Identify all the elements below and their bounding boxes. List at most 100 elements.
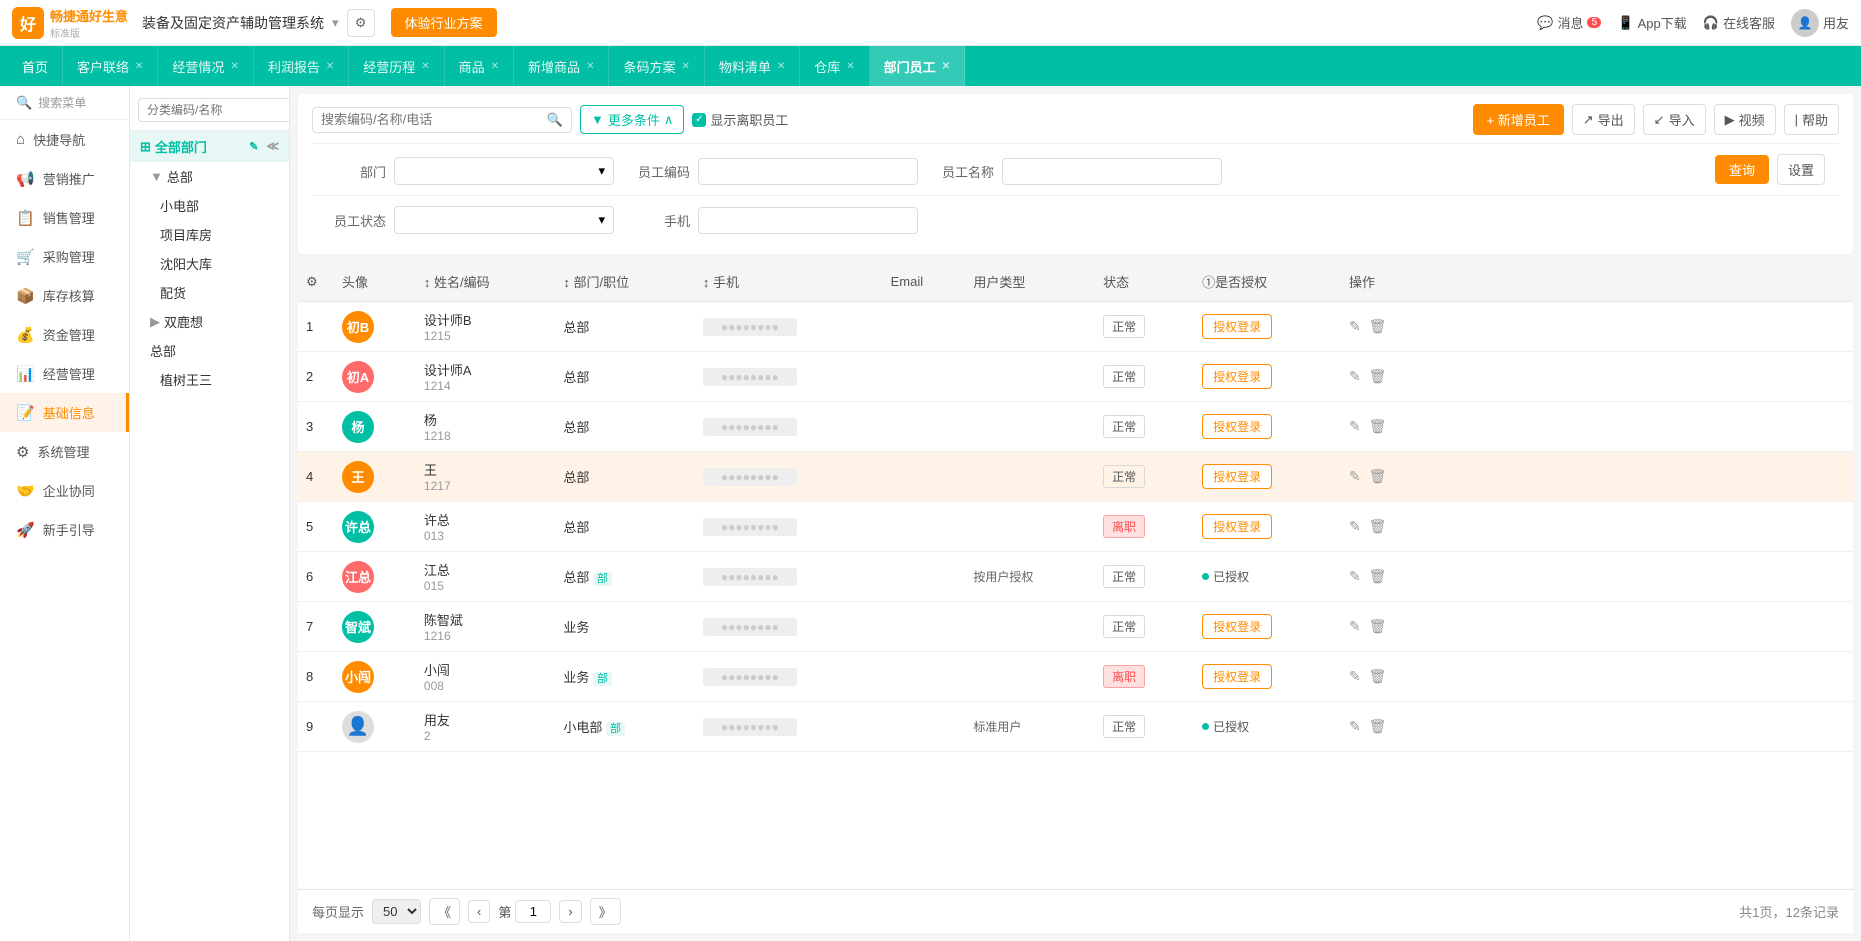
advanced-filter-2: 员工状态 ▾ 手机 <box>312 195 1839 244</box>
sidebar-item-management[interactable]: 📊 经营管理 <box>0 354 129 393</box>
delete-button[interactable]: 🗑 <box>1369 568 1387 585</box>
dept-node-shenyang[interactable]: 沈阳大库 <box>130 249 289 278</box>
prev-page-button[interactable]: ‹ <box>468 900 490 923</box>
show-resigned-checkbox[interactable]: ✓ 显示离职员工 <box>692 110 788 129</box>
online-service-button[interactable]: 🎧 在线客服 <box>1703 13 1775 32</box>
view-button[interactable]: ▶ 视频 <box>1714 104 1776 135</box>
status-badge: 正常 <box>1103 365 1145 388</box>
edit-button[interactable]: ✎ <box>1349 468 1361 485</box>
sidebar-item-system[interactable]: ⚙ 系统管理 <box>0 432 129 471</box>
tab-employee[interactable]: 部门员工 ✕ <box>870 46 965 86</box>
edit-button[interactable]: ✎ <box>1349 318 1361 335</box>
delete-button[interactable]: 🗑 <box>1369 668 1387 685</box>
delete-button[interactable]: 🗑 <box>1369 318 1387 335</box>
close-icon[interactable]: ✕ <box>681 61 689 72</box>
dept-node-project-room[interactable]: 项目库房 <box>130 220 289 249</box>
sidebar-search[interactable]: 🔍 搜索菜单 <box>0 86 129 120</box>
tab-add-product[interactable]: 新增商品 ✕ <box>514 46 609 86</box>
auth-login-button[interactable]: 授权登录 <box>1202 414 1272 439</box>
close-icon[interactable]: ✕ <box>491 61 499 72</box>
close-icon[interactable]: ✕ <box>942 61 950 72</box>
dept-node-general[interactable]: ▼ 总部 <box>130 162 289 191</box>
query-button[interactable]: 查询 <box>1715 155 1769 184</box>
edit-button[interactable]: ✎ <box>1349 618 1361 635</box>
dept-node-delivery[interactable]: 配货 <box>130 278 289 307</box>
close-icon[interactable]: ✕ <box>777 61 785 72</box>
close-icon[interactable]: ✕ <box>135 61 143 72</box>
tab-customer[interactable]: 客户联络 ✕ <box>63 46 158 86</box>
delete-button[interactable]: 🗑 <box>1369 418 1387 435</box>
sidebar-item-guide[interactable]: 🚀 新手引导 <box>0 510 129 549</box>
sidebar-item-inventory[interactable]: 📦 库存核算 <box>0 276 129 315</box>
auth-login-button[interactable]: 授权登录 <box>1202 614 1272 639</box>
delete-button[interactable]: 🗑 <box>1369 618 1387 635</box>
tab-operations[interactable]: 经营情况 ✕ <box>158 46 253 86</box>
tab-home[interactable]: 首页 <box>8 46 63 86</box>
close-icon[interactable]: ✕ <box>421 61 429 72</box>
phone-input[interactable] <box>698 207 918 234</box>
employee-name-input[interactable] <box>1002 158 1222 185</box>
page-size-select[interactable]: 50 <box>372 899 421 924</box>
status-select[interactable]: ▾ <box>394 206 614 234</box>
dept-all-button[interactable]: ⊞ 全部部门 ✎ ≪ <box>130 131 289 162</box>
employee-search-input[interactable] <box>321 112 547 127</box>
auth-login-button[interactable]: 授权登录 <box>1202 664 1272 689</box>
auth-login-button[interactable]: 授权登录 <box>1202 514 1272 539</box>
close-icon[interactable]: ✕ <box>326 61 334 72</box>
next-page-button[interactable]: › <box>559 900 581 923</box>
tab-profit[interactable]: 利润报告 ✕ <box>254 46 349 86</box>
edit-button[interactable]: ✎ <box>1349 518 1361 535</box>
tab-barcode[interactable]: 条码方案 ✕ <box>609 46 704 86</box>
tab-bom[interactable]: 物料清单 ✕ <box>705 46 800 86</box>
page-number-input[interactable] <box>515 900 551 923</box>
edit-button[interactable]: ✎ <box>1349 668 1361 685</box>
last-page-button[interactable]: 》 <box>590 898 621 925</box>
delete-button[interactable]: 🗑 <box>1369 468 1387 485</box>
th-settings[interactable]: ⚙ <box>298 262 334 302</box>
close-icon[interactable]: ✕ <box>846 61 854 72</box>
auth-login-button[interactable]: 授权登录 <box>1202 464 1272 489</box>
edit-button[interactable]: ✎ <box>1349 368 1361 385</box>
dept-select[interactable]: ▾ <box>394 157 614 185</box>
sidebar-item-nav[interactable]: ⌂ 快捷导航 <box>0 120 129 159</box>
trial-button[interactable]: 体验行业方案 <box>391 8 497 37</box>
sidebar-item-basic-info[interactable]: 📝 基础信息 <box>0 393 129 432</box>
employee-code-input[interactable] <box>698 158 918 185</box>
sidebar-item-enterprise[interactable]: 🤝 企业协同 <box>0 471 129 510</box>
close-icon[interactable]: ✕ <box>230 61 238 72</box>
edit-button[interactable]: ✎ <box>1349 418 1361 435</box>
first-page-button[interactable]: 《 <box>429 898 460 925</box>
tab-product[interactable]: 商品 ✕ <box>445 46 514 86</box>
collapse-icon[interactable]: ≪ <box>266 139 279 154</box>
dept-node-plant-tree[interactable]: 植树王三 <box>130 365 289 394</box>
import-button[interactable]: ↙ 导入 <box>1643 104 1706 135</box>
edit-button[interactable]: ✎ <box>1349 568 1361 585</box>
close-icon[interactable]: ✕ <box>586 61 594 72</box>
user-button[interactable]: 👤 用友 <box>1791 9 1849 37</box>
edit-dept-icon[interactable]: ✎ <box>245 139 262 154</box>
dept-node-zongbu[interactable]: 总部 <box>130 336 289 365</box>
export-button[interactable]: ↗ 导出 <box>1572 104 1635 135</box>
auth-login-button[interactable]: 授权登录 <box>1202 314 1272 339</box>
sidebar-item-marketing[interactable]: 📢 营销推广 <box>0 159 129 198</box>
more-filter-button[interactable]: ▼ 更多条件 ∧ <box>580 105 684 134</box>
dept-search-input[interactable] <box>138 98 290 122</box>
gear-button[interactable]: ⚙ <box>347 9 375 37</box>
add-employee-button[interactable]: + 新增员工 <box>1473 104 1564 135</box>
delete-button[interactable]: 🗑 <box>1369 718 1387 735</box>
dept-node-shuanglu[interactable]: ▶ 双鹿想 <box>130 307 289 336</box>
edit-button[interactable]: ✎ <box>1349 718 1361 735</box>
auth-login-button[interactable]: 授权登录 <box>1202 364 1272 389</box>
dept-node-small-electric[interactable]: 小电部 <box>130 191 289 220</box>
delete-button[interactable]: 🗑 <box>1369 368 1387 385</box>
sidebar-item-purchase[interactable]: 🛒 采购管理 <box>0 237 129 276</box>
delete-button[interactable]: 🗑 <box>1369 518 1387 535</box>
message-button[interactable]: 💬 消息 5 <box>1537 13 1601 32</box>
help-button[interactable]: | 帮助 <box>1784 104 1839 135</box>
app-download-button[interactable]: 📱 App下载 <box>1617 13 1686 32</box>
sidebar-item-sales[interactable]: 📋 销售管理 <box>0 198 129 237</box>
tab-journey[interactable]: 经营历程 ✕ <box>349 46 444 86</box>
tab-warehouse[interactable]: 仓库 ✕ <box>800 46 869 86</box>
set-button[interactable]: 设置 <box>1777 154 1825 185</box>
sidebar-item-finance[interactable]: 💰 资金管理 <box>0 315 129 354</box>
